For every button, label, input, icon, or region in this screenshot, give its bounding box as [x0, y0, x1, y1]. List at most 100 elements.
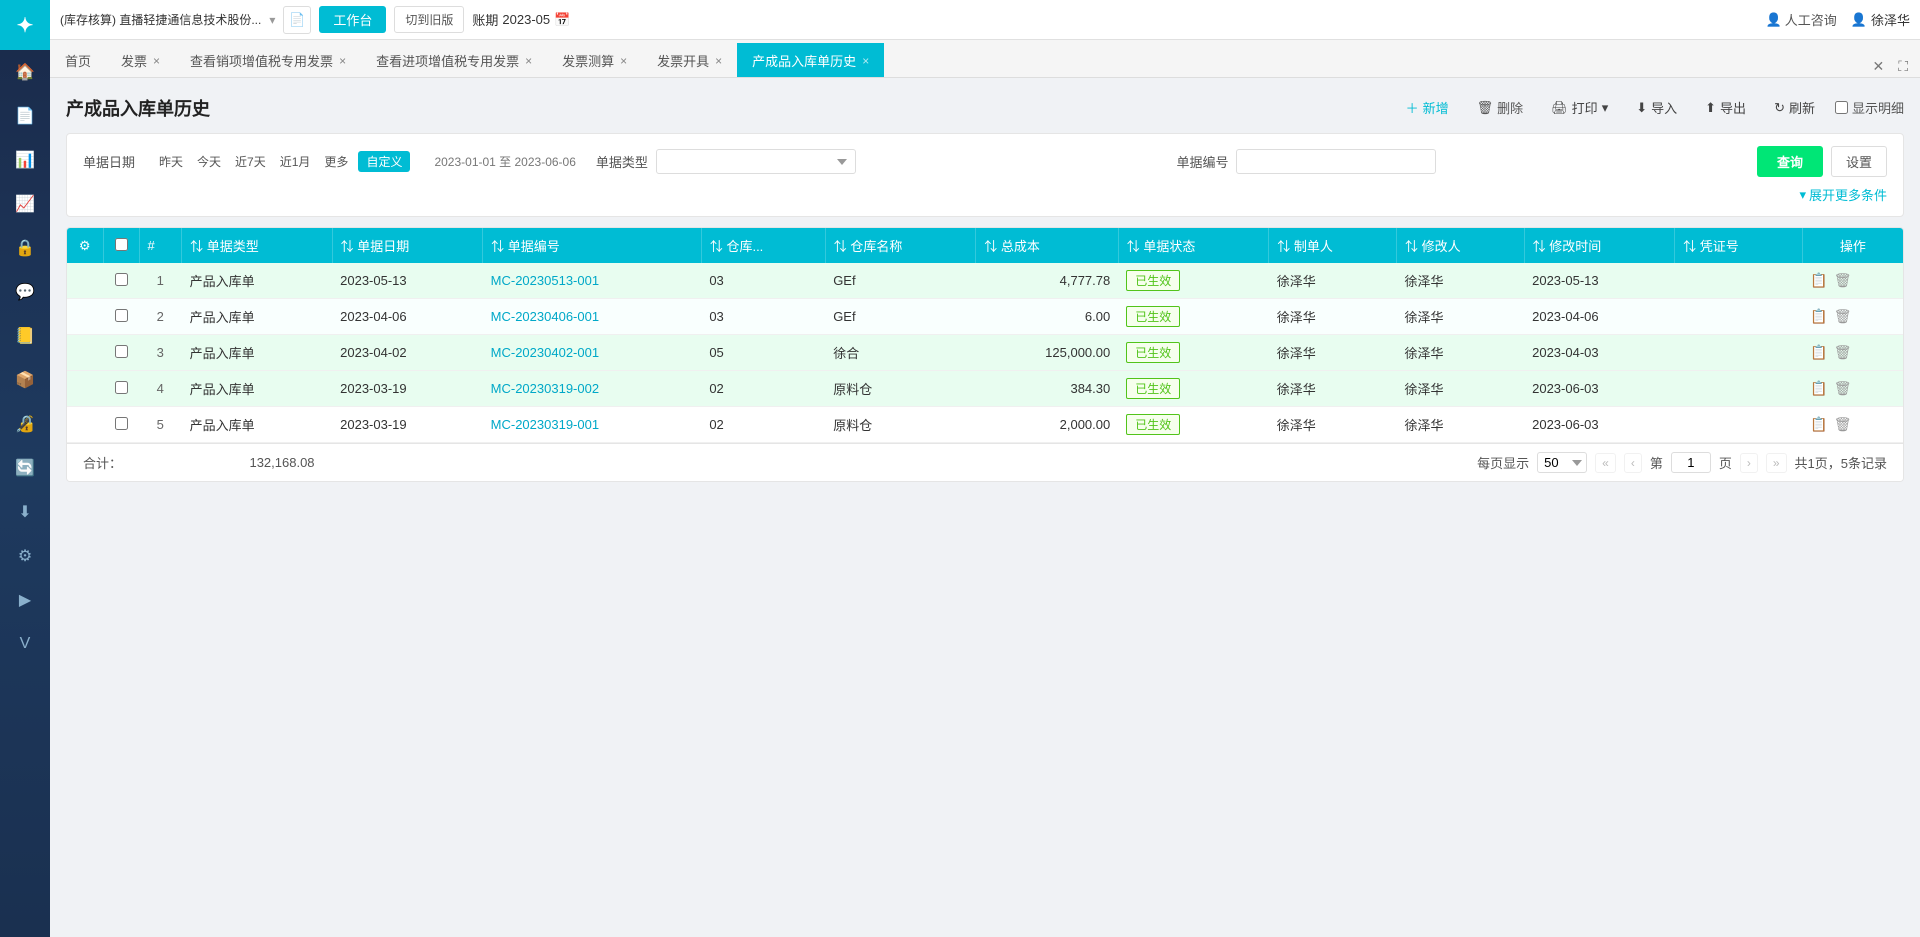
tab-product-inbound-history[interactable]: 产成品入库单历史 ×	[737, 43, 884, 77]
row-checkbox-cell[interactable]	[103, 371, 139, 407]
row-number-cell[interactable]: MC-20230402-001	[483, 335, 702, 371]
tab-invoice[interactable]: 发票 ×	[106, 43, 175, 77]
th-type[interactable]: ⇅ 单据类型	[182, 228, 333, 263]
tab-expand-icon[interactable]: ⛶	[1894, 56, 1912, 77]
show-detail-toggle[interactable]: 显示明细	[1835, 98, 1904, 117]
per-page-select[interactable]: 50 100 200	[1537, 452, 1587, 473]
sidebar-item-stamp[interactable]: 🔏	[0, 402, 50, 446]
sidebar-item-analytics[interactable]: 📈	[0, 182, 50, 226]
edit-icon[interactable]: 📋	[1810, 416, 1827, 433]
search-button[interactable]: 查询	[1757, 146, 1823, 177]
tab-home[interactable]: 首页	[50, 43, 106, 77]
tab-invoice-close[interactable]: ×	[153, 54, 160, 68]
first-page-btn[interactable]: «	[1595, 453, 1616, 473]
prev-version-button[interactable]: 切到旧版	[394, 6, 464, 33]
row-checkbox[interactable]	[115, 309, 128, 322]
sidebar-item-message[interactable]: 💬	[0, 270, 50, 314]
sidebar-item-video[interactable]: ▶	[0, 578, 50, 622]
row-checkbox-cell[interactable]	[103, 299, 139, 335]
sidebar-item-v[interactable]: V	[0, 622, 50, 666]
edit-icon[interactable]: 📋	[1810, 308, 1827, 325]
edit-icon[interactable]: 📋	[1810, 380, 1827, 397]
sidebar-item-book[interactable]: 📒	[0, 314, 50, 358]
select-all-checkbox[interactable]	[115, 238, 128, 251]
th-modifier[interactable]: ⇅ 修改人	[1396, 228, 1524, 263]
th-checkbox[interactable]	[103, 228, 139, 263]
type-filter-select[interactable]: 产品入库单	[656, 149, 856, 174]
new-button[interactable]: ＋ 新增	[1398, 94, 1457, 121]
edit-icon[interactable]: 📋	[1810, 344, 1827, 361]
date-btn-yesterday[interactable]: 昨天	[155, 151, 187, 172]
show-detail-checkbox[interactable]	[1835, 101, 1848, 114]
delete-row-icon[interactable]: 🗑	[1834, 308, 1852, 325]
th-number[interactable]: ⇅ 单据编号	[483, 228, 702, 263]
page-input[interactable]	[1671, 452, 1711, 473]
user-menu[interactable]: 👤 徐泽华	[1851, 10, 1910, 29]
delete-row-icon[interactable]: 🗑	[1834, 344, 1852, 361]
sidebar-item-home[interactable]: 🏠	[0, 50, 50, 94]
import-button[interactable]: ⬇ 导入	[1628, 94, 1685, 121]
row-number-cell[interactable]: MC-20230319-002	[483, 371, 702, 407]
date-btn-custom[interactable]: 自定义	[358, 151, 410, 172]
th-modify-time[interactable]: ⇅ 修改时间	[1524, 228, 1675, 263]
date-btn-today[interactable]: 今天	[193, 151, 225, 172]
sidebar-item-settings[interactable]: ⚙	[0, 534, 50, 578]
expand-more-btn[interactable]: ▾ 展开更多条件	[1799, 185, 1887, 204]
help-button[interactable]: 👤 人工咨询	[1766, 10, 1837, 29]
doc-icon-btn[interactable]: 📄	[283, 6, 311, 34]
sidebar-item-lock[interactable]: 🔒	[0, 226, 50, 270]
th-total-cost[interactable]: ⇅ 总成本	[976, 228, 1119, 263]
row-checkbox-cell[interactable]	[103, 335, 139, 371]
edit-icon[interactable]: 📋	[1810, 272, 1827, 289]
delete-row-icon[interactable]: 🗑	[1834, 416, 1852, 433]
tab-open-invoice[interactable]: 发票开具 ×	[642, 43, 737, 77]
row-number-cell[interactable]: MC-20230319-001	[483, 407, 702, 443]
prev-page-btn[interactable]: ‹	[1624, 453, 1642, 473]
th-gear[interactable]: ⚙	[67, 228, 103, 263]
tab-calc-invoice[interactable]: 发票测算 ×	[547, 43, 642, 77]
workbench-button[interactable]: 工作台	[319, 6, 386, 33]
tab-product-inbound-history-close[interactable]: ×	[862, 54, 869, 68]
sidebar-item-inventory[interactable]: 📦	[0, 358, 50, 402]
last-page-btn[interactable]: »	[1766, 453, 1787, 473]
row-checkbox[interactable]	[115, 381, 128, 394]
row-checkbox-cell[interactable]	[103, 407, 139, 443]
delete-button[interactable]: 🗑 删除	[1469, 94, 1532, 121]
date-btn-1month[interactable]: 近1月	[276, 151, 315, 172]
sidebar-item-doc[interactable]: 📄	[0, 94, 50, 138]
next-page-btn[interactable]: ›	[1740, 453, 1758, 473]
delete-row-icon[interactable]: 🗑	[1834, 272, 1852, 289]
th-creator[interactable]: ⇅ 制单人	[1269, 228, 1397, 263]
tab-check-input-vat[interactable]: 查看进项增值税专用发票 ×	[361, 43, 547, 77]
sidebar-item-download[interactable]: ⬇	[0, 490, 50, 534]
row-checkbox-cell[interactable]	[103, 263, 139, 299]
sidebar-item-chart[interactable]: 📊	[0, 138, 50, 182]
company-chevron[interactable]: ▾	[269, 13, 275, 27]
date-btn-7days[interactable]: 近7天	[231, 151, 270, 172]
row-checkbox[interactable]	[115, 417, 128, 430]
row-checkbox[interactable]	[115, 273, 128, 286]
print-button[interactable]: 🖨 打印 ▾	[1543, 94, 1616, 121]
sidebar-item-refresh[interactable]: 🔄	[0, 446, 50, 490]
delete-row-icon[interactable]: 🗑	[1834, 380, 1852, 397]
th-warehouse-name[interactable]: ⇅ 仓库名称	[825, 228, 976, 263]
th-voucher[interactable]: ⇅ 凭证号	[1675, 228, 1803, 263]
row-checkbox[interactable]	[115, 345, 128, 358]
row-number-cell[interactable]: MC-20230406-001	[483, 299, 702, 335]
tab-check-sales-vat[interactable]: 查看销项增值税专用发票 ×	[175, 43, 361, 77]
tab-calc-invoice-close[interactable]: ×	[620, 54, 627, 68]
tab-check-input-vat-close[interactable]: ×	[525, 54, 532, 68]
th-date[interactable]: ⇅ 单据日期	[332, 228, 483, 263]
th-status[interactable]: ⇅ 单据状态	[1118, 228, 1269, 263]
filter-setting-button[interactable]: 设置	[1831, 146, 1887, 177]
tab-check-sales-vat-close[interactable]: ×	[339, 54, 346, 68]
tab-open-invoice-close[interactable]: ×	[715, 54, 722, 68]
number-filter-input[interactable]	[1236, 149, 1436, 174]
period-calendar-icon[interactable]: 📅	[554, 12, 570, 28]
row-number-cell[interactable]: MC-20230513-001	[483, 263, 702, 299]
export-button[interactable]: ⬆ 导出	[1697, 94, 1754, 121]
date-btn-more[interactable]: 更多	[320, 151, 352, 172]
refresh-button[interactable]: ↻ 刷新	[1766, 94, 1823, 121]
tab-close-all-icon[interactable]: ✕	[1868, 56, 1888, 77]
th-warehouse-code[interactable]: ⇅ 仓库...	[701, 228, 825, 263]
